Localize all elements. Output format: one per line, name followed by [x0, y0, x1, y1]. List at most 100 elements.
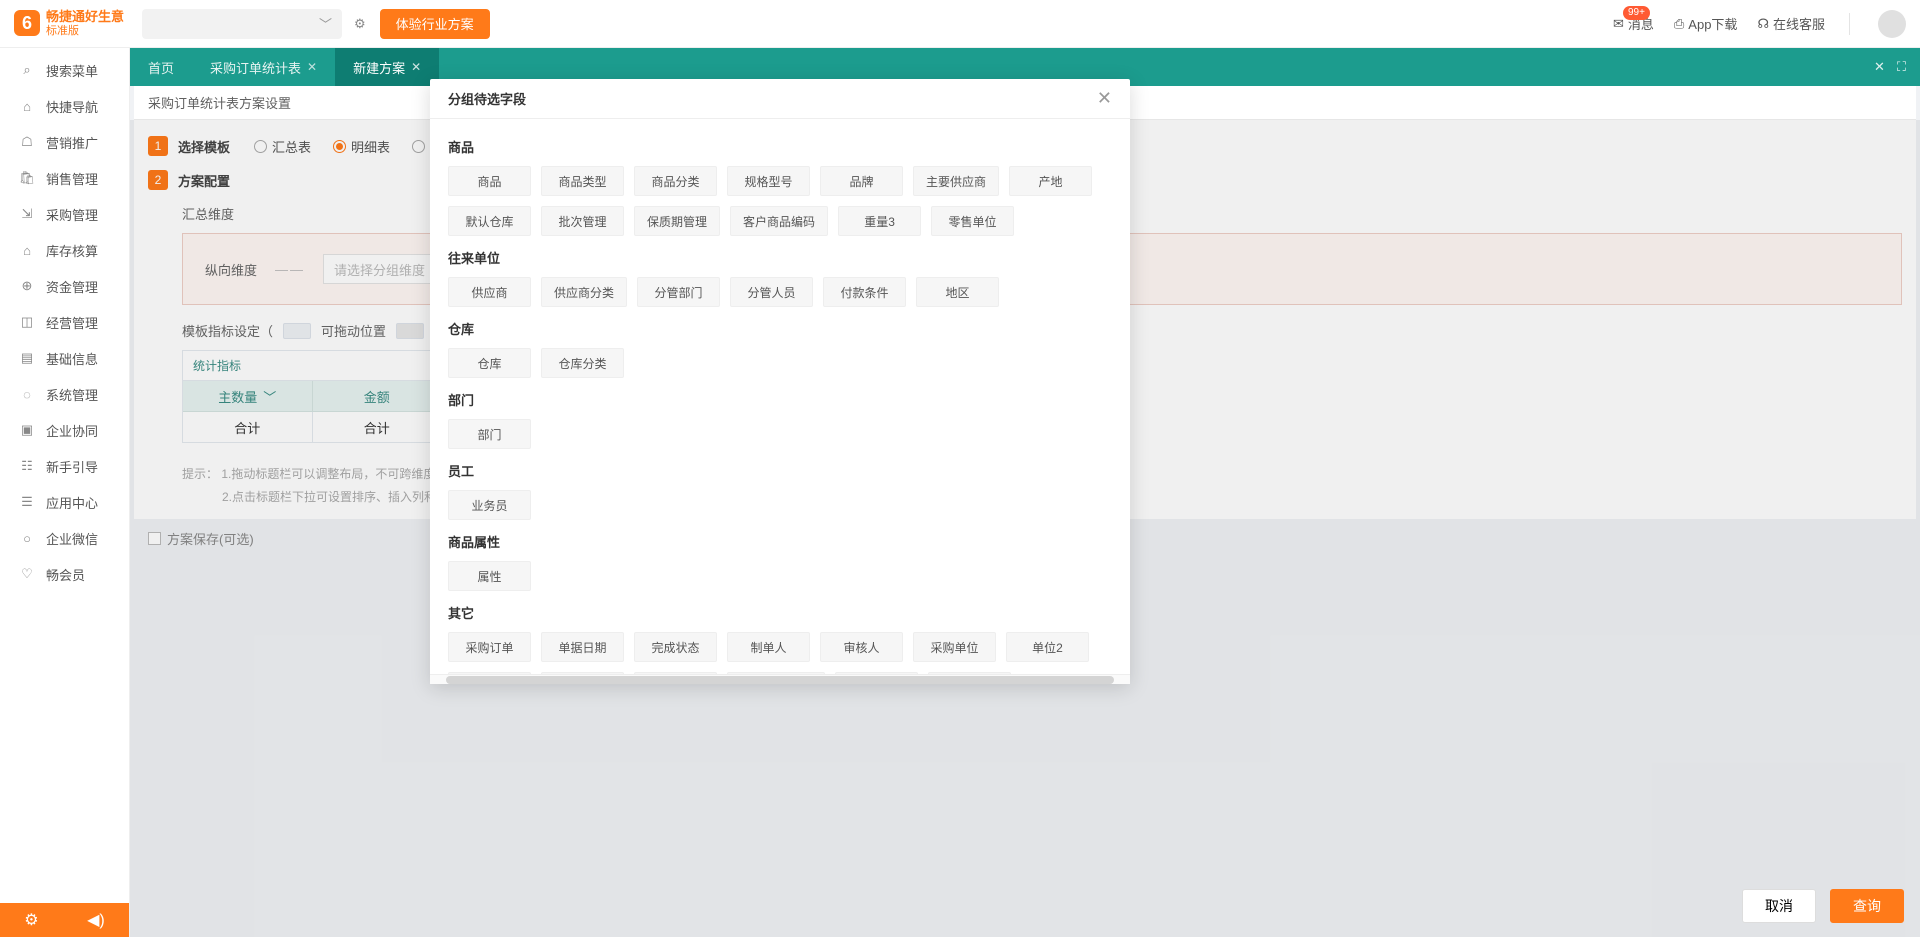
query-button[interactable]: 查询: [1830, 889, 1904, 923]
phone-icon: ⎙: [1674, 16, 1684, 32]
field-option[interactable]: 供应商: [448, 277, 531, 307]
field-option[interactable]: 商品: [448, 166, 531, 196]
settings-icon[interactable]: ⚙: [24, 910, 38, 930]
modal-hscroll[interactable]: [430, 674, 1130, 684]
sidebar-item-icon: 🛍: [18, 170, 36, 186]
sidebar-item-label: 采购管理: [46, 205, 98, 224]
field-option[interactable]: 分管人员: [730, 277, 813, 307]
topbar-actions: ✉ 消息 99+ ⎙ App下载 ☊ 在线客服: [1613, 10, 1906, 38]
tab-2[interactable]: 新建方案 ✕: [335, 48, 439, 86]
field-option[interactable]: 制单人: [727, 632, 810, 662]
cancel-button[interactable]: 取消: [1742, 889, 1816, 923]
field-option[interactable]: 规格型号: [727, 166, 810, 196]
field-option[interactable]: 商品类型: [541, 166, 624, 196]
sidebar-item-label: 企业微信: [46, 529, 98, 548]
field-option[interactable]: 仓库分类: [541, 348, 624, 378]
collapse-icon[interactable]: ◀): [87, 910, 105, 930]
tab-label: 采购订单统计表: [210, 58, 301, 77]
sidebar-item-label: 库存核算: [46, 241, 98, 260]
sidebar: ⌕搜索菜单 ⌂ 快捷导航 ☖营销推广🛍销售管理⇲采购管理 ⌂ 库存核算 ⊕资金管理 ◫ 经营管理…: [0, 48, 130, 937]
app-download-link[interactable]: ⎙ App下载: [1674, 14, 1738, 33]
sidebar-item-9[interactable]: ◌ 系统管理: [0, 376, 129, 412]
field-option[interactable]: 审核人: [820, 632, 903, 662]
field-option[interactable]: 重量3: [838, 206, 921, 236]
sidebar-item-label: 系统管理: [46, 385, 98, 404]
messages-link[interactable]: ✉ 消息 99+: [1613, 14, 1654, 33]
logo-icon: 6: [14, 10, 40, 36]
sidebar-item-icon: ◌: [18, 387, 36, 402]
field-option[interactable]: 属性: [448, 561, 531, 591]
tab-close-all-icon[interactable]: ✕: [1874, 59, 1885, 75]
field-option[interactable]: 保质期管理: [634, 206, 720, 236]
sidebar-item-8[interactable]: ▤基础信息: [0, 340, 129, 376]
field-option[interactable]: 默认仓库: [448, 206, 531, 236]
field-group-title: 往来单位: [448, 248, 1112, 267]
field-option[interactable]: 单据日期: [541, 632, 624, 662]
tab-close-icon[interactable]: ✕: [411, 60, 421, 74]
tab-1[interactable]: 采购订单统计表 ✕: [192, 48, 335, 86]
field-group-title: 部门: [448, 390, 1112, 409]
sidebar-item-label: 应用中心: [46, 493, 98, 512]
field-option[interactable]: 部门: [448, 419, 531, 449]
fullscreen-icon[interactable]: ⛶: [1897, 59, 1906, 75]
gear-icon[interactable]: ⚙: [354, 16, 366, 32]
field-option[interactable]: 采购订单: [448, 632, 531, 662]
sidebar-item-5[interactable]: ⌂ 库存核算: [0, 232, 129, 268]
headset-icon: ☊: [1757, 16, 1769, 32]
field-option[interactable]: 单位2: [1006, 632, 1089, 662]
sidebar-item-2[interactable]: ☖营销推广: [0, 124, 129, 160]
sidebar-item-icon: ⌂: [18, 99, 36, 114]
modal-title: 分组待选字段: [448, 89, 526, 108]
field-option[interactable]: 业务员: [448, 490, 531, 520]
field-option[interactable]: 商品分类: [634, 166, 717, 196]
sidebar-item-icon: ◫: [18, 314, 36, 330]
field-option[interactable]: 客户商品编码: [730, 206, 828, 236]
tab-label: 新建方案: [353, 58, 405, 77]
tab-0[interactable]: 首页: [130, 48, 192, 86]
field-option[interactable]: 地区: [916, 277, 999, 307]
sidebar-footer: ⚙ ◀): [0, 903, 129, 937]
field-option[interactable]: 产地: [1009, 166, 1092, 196]
trial-button[interactable]: 体验行业方案: [380, 9, 490, 39]
sidebar-item-13[interactable]: ○企业微信: [0, 520, 129, 556]
support-link[interactable]: ☊ 在线客服: [1757, 14, 1825, 33]
avatar[interactable]: [1878, 10, 1906, 38]
sidebar-item-6[interactable]: ⊕资金管理: [0, 268, 129, 304]
company-selector[interactable]: ﹀: [142, 9, 342, 39]
sidebar-item-label: 快捷导航: [46, 97, 98, 116]
sidebar-item-label: 营销推广: [46, 133, 98, 152]
field-group-title: 员工: [448, 461, 1112, 480]
message-icon: ✉: [1613, 16, 1624, 32]
sidebar-item-0[interactable]: ⌕搜索菜单: [0, 52, 129, 88]
field-option[interactable]: 批次管理: [541, 206, 624, 236]
field-option[interactable]: 供应商分类: [541, 277, 627, 307]
field-option[interactable]: 品牌: [820, 166, 903, 196]
sidebar-item-label: 经营管理: [46, 313, 98, 332]
sidebar-item-icon: ▤: [18, 350, 36, 366]
messages-badge: 99+: [1623, 6, 1650, 20]
tab-close-icon[interactable]: ✕: [307, 60, 317, 74]
sidebar-item-label: 企业协同: [46, 421, 98, 440]
field-option[interactable]: 零售单位: [931, 206, 1014, 236]
sidebar-item-icon: ⊕: [18, 278, 36, 294]
close-icon[interactable]: ✕: [1097, 88, 1112, 109]
sidebar-item-icon: ⌕: [18, 62, 36, 78]
field-option[interactable]: 完成状态: [634, 632, 717, 662]
brand-name: 畅捷通好生意: [46, 10, 124, 24]
sidebar-item-10[interactable]: ▣企业协同: [0, 412, 129, 448]
sidebar-item-3[interactable]: 🛍销售管理: [0, 160, 129, 196]
field-option[interactable]: 采购单位: [913, 632, 996, 662]
app-download-label: App下载: [1688, 14, 1737, 33]
sidebar-item-12[interactable]: ☰应用中心: [0, 484, 129, 520]
sidebar-item-icon: ⌂: [18, 243, 36, 258]
sidebar-item-14[interactable]: ♡畅会员: [0, 556, 129, 592]
sidebar-item-7[interactable]: ◫ 经营管理: [0, 304, 129, 340]
sidebar-item-11[interactable]: ☷新手引导: [0, 448, 129, 484]
sidebar-item-1[interactable]: ⌂ 快捷导航: [0, 88, 129, 124]
field-option[interactable]: 付款条件: [823, 277, 906, 307]
field-option[interactable]: 仓库: [448, 348, 531, 378]
field-option[interactable]: 分管部门: [637, 277, 720, 307]
field-option[interactable]: 主要供应商: [913, 166, 999, 196]
sidebar-item-4[interactable]: ⇲采购管理: [0, 196, 129, 232]
brand-edition: 标准版: [46, 25, 124, 37]
